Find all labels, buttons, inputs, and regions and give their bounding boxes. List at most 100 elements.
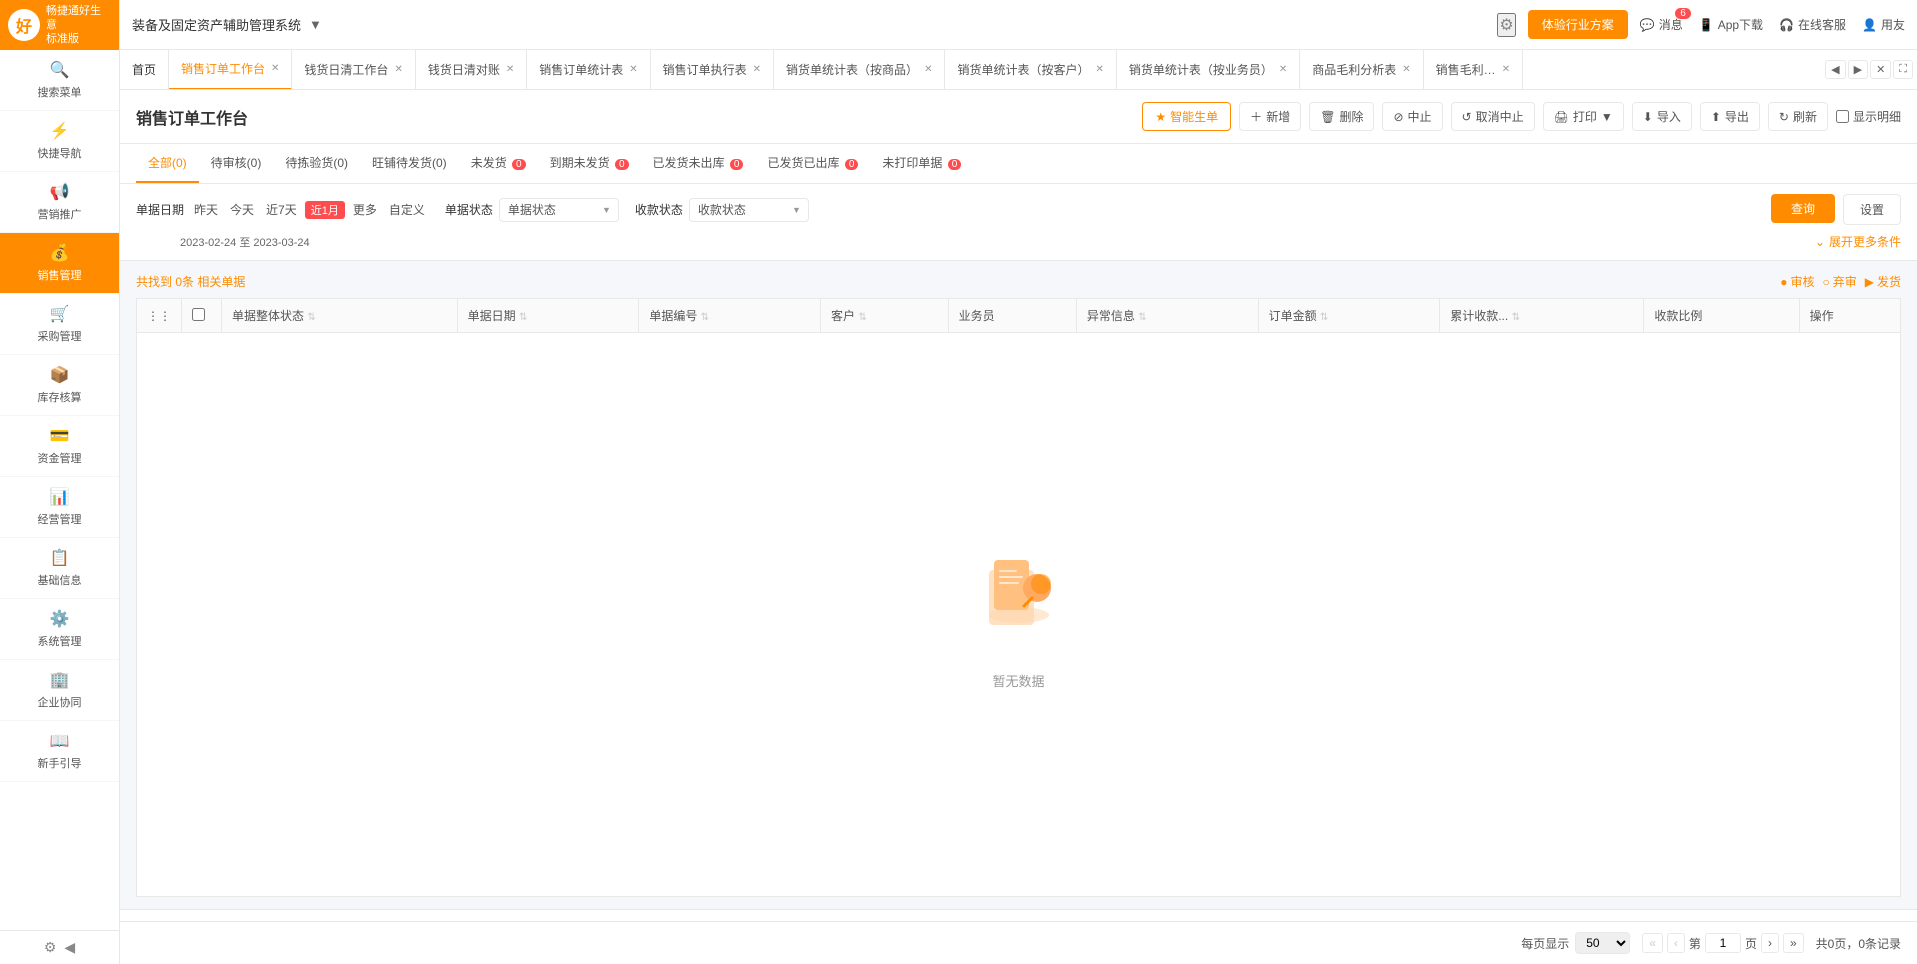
- date-opt-today[interactable]: 今天: [226, 199, 258, 220]
- tab-ship-customer[interactable]: 销货单统计表（按客户） ✕: [945, 50, 1116, 90]
- page-last-btn[interactable]: »: [1783, 933, 1804, 953]
- stop-btn[interactable]: ⊘ 中止: [1382, 102, 1442, 131]
- subtab-unshipped[interactable]: 未发货 0: [459, 144, 538, 183]
- tab-fullscreen-btn[interactable]: ⛶: [1893, 60, 1913, 79]
- system-dropdown-btn[interactable]: ▼: [309, 17, 322, 32]
- page-prev-btn[interactable]: ‹: [1667, 933, 1685, 953]
- sort-date-icon[interactable]: ⇅: [519, 312, 527, 323]
- building-icon: 🏢: [50, 670, 70, 690]
- sort-customer-icon[interactable]: ⇅: [858, 312, 866, 323]
- subtab-wangpu-ship[interactable]: 旺铺待发货(0): [360, 144, 459, 183]
- tab-sales-order-workbench[interactable]: 销售订单工作台 ✕: [169, 50, 292, 90]
- subtab-unprinted[interactable]: 未打印单据 0: [870, 144, 973, 183]
- message-btn[interactable]: 💬 消息 6: [1640, 16, 1683, 33]
- page-input[interactable]: [1705, 933, 1741, 953]
- solution-btn[interactable]: 体验行业方案: [1528, 10, 1628, 39]
- subtab-shipped-no-outstock[interactable]: 已发货未出库 0: [641, 144, 756, 183]
- tab-sales-stats[interactable]: 销售订单统计表 ✕: [527, 50, 650, 90]
- delete-btn[interactable]: 🗑 删除: [1309, 102, 1374, 131]
- tab-close-8[interactable]: ✕: [1279, 64, 1287, 75]
- sidebar-item-search[interactable]: 🔍 搜索菜单: [0, 50, 119, 111]
- tab-close-5[interactable]: ✕: [753, 64, 761, 75]
- subtab-pending-inspect[interactable]: 待拣验货(0): [273, 144, 360, 183]
- tab-close-6[interactable]: ✕: [924, 64, 932, 75]
- tab-close-4[interactable]: ✕: [629, 64, 637, 75]
- sort-exception-icon[interactable]: ⇅: [1138, 312, 1146, 323]
- sidebar-item-guide[interactable]: 📖 新手引导: [0, 721, 119, 782]
- tab-close-10[interactable]: ✕: [1502, 64, 1510, 75]
- per-page-select[interactable]: 50 20 100: [1575, 932, 1630, 954]
- sidebar-item-purchase[interactable]: 🛒 采购管理: [0, 294, 119, 355]
- set-btn[interactable]: 设置: [1843, 194, 1901, 225]
- print-btn[interactable]: 🖨 打印 ▼: [1543, 102, 1624, 131]
- expand-filter-btn[interactable]: ⌄ 展开更多条件: [1815, 233, 1901, 250]
- subtab-pending-review-label: 待审核(0): [211, 156, 262, 170]
- sidebar-item-enterprise[interactable]: 🏢 企业协同: [0, 660, 119, 721]
- sidebar-item-inventory[interactable]: 📦 库存核算: [0, 355, 119, 416]
- query-btn[interactable]: 查询: [1771, 194, 1835, 223]
- sidebar-item-basic[interactable]: 📋 基础信息: [0, 538, 119, 599]
- tab-scroll-right-btn[interactable]: ▶: [1848, 60, 1868, 79]
- date-opt-more[interactable]: 更多: [349, 199, 381, 220]
- status-select[interactable]: 单据状态: [499, 198, 619, 222]
- tab-sales-exec[interactable]: 销售订单执行表 ✕: [651, 50, 774, 90]
- app-download-btn[interactable]: 📱 App下载: [1699, 16, 1763, 33]
- date-opt-yesterday[interactable]: 昨天: [190, 199, 222, 220]
- empty-icon: [969, 540, 1069, 659]
- select-all-checkbox[interactable]: [192, 308, 205, 321]
- page-next-btn[interactable]: ›: [1761, 933, 1779, 953]
- sidebar-item-system[interactable]: ⚙️ 系统管理: [0, 599, 119, 660]
- export-btn[interactable]: ⬆ 导出: [1700, 102, 1760, 131]
- audit-btn[interactable]: ● 审核: [1780, 273, 1814, 290]
- tab-close-1[interactable]: ✕: [271, 63, 279, 74]
- tab-scroll-left-btn[interactable]: ◀: [1825, 60, 1845, 79]
- import-btn[interactable]: ⬇ 导入: [1632, 102, 1692, 131]
- sidebar-collapse-btn[interactable]: ◀: [64, 939, 75, 956]
- sidebar-item-marketing[interactable]: 📢 营销推广: [0, 172, 119, 233]
- sort-number-icon[interactable]: ⇅: [701, 312, 709, 323]
- cancel-audit-btn[interactable]: ○ 弃审: [1822, 273, 1856, 290]
- sidebar-item-nav[interactable]: ⚡ 快捷导航: [0, 111, 119, 172]
- user-btn[interactable]: 👤 用友: [1862, 16, 1905, 33]
- tab-cash-daily-workbench[interactable]: 钱货日清工作台 ✕: [292, 50, 415, 90]
- sidebar-item-sales[interactable]: 💰 销售管理: [0, 233, 119, 294]
- subtab-pending-review[interactable]: 待审核(0): [199, 144, 274, 183]
- tab-close-9[interactable]: ✕: [1402, 64, 1410, 75]
- online-service-btn[interactable]: 🎧 在线客服: [1779, 16, 1846, 33]
- tab-close-all-btn[interactable]: ✕: [1870, 60, 1891, 79]
- subtab-shipped-outstock[interactable]: 已发货已出库 0: [755, 144, 870, 183]
- payment-select[interactable]: 收款状态: [689, 198, 809, 222]
- sort-collected-icon[interactable]: ⇅: [1512, 312, 1520, 323]
- tab-close-2[interactable]: ✕: [394, 64, 402, 75]
- sort-status-icon[interactable]: ⇅: [307, 312, 315, 323]
- tab-ship-product[interactable]: 销货单统计表（按商品） ✕: [774, 50, 945, 90]
- tab-sales-gross[interactable]: 销售毛利… ✕: [1424, 50, 1523, 90]
- topbar-gear-btn[interactable]: ⚙: [1497, 13, 1515, 37]
- refresh-btn[interactable]: ↻ 刷新: [1768, 102, 1828, 131]
- tab-ship-salesman[interactable]: 销货单统计表（按业务员） ✕: [1117, 50, 1300, 90]
- page-first-btn[interactable]: «: [1642, 933, 1663, 953]
- display-detail-input[interactable]: [1836, 110, 1849, 123]
- tab-gross-profit[interactable]: 商品毛利分析表 ✕: [1300, 50, 1423, 90]
- display-detail-checkbox[interactable]: 显示明细: [1836, 108, 1901, 125]
- sidebar-item-operations[interactable]: 📊 经营管理: [0, 477, 119, 538]
- sidebar-settings-btn[interactable]: ⚙: [44, 939, 57, 956]
- tab-cash-reconcile[interactable]: 钱货日清对账 ✕: [416, 50, 527, 90]
- add-btn[interactable]: ＋ 新增: [1239, 102, 1301, 131]
- horizontal-scrollbar[interactable]: [120, 909, 1917, 921]
- tab-home[interactable]: 首页: [120, 50, 169, 90]
- subtab-overdue-unshipped[interactable]: 到期未发货 0: [538, 144, 641, 183]
- tab-close-3[interactable]: ✕: [506, 64, 514, 75]
- ship-btn[interactable]: ▶ 发货: [1865, 273, 1901, 290]
- date-opt-custom[interactable]: 自定义: [385, 199, 429, 220]
- subtab-all[interactable]: 全部(0): [136, 144, 199, 183]
- sort-amount-icon[interactable]: ⇅: [1320, 312, 1328, 323]
- date-opt-1month[interactable]: 近1月: [305, 201, 345, 219]
- cancel-stop-btn[interactable]: ↺ 取消中止: [1451, 102, 1535, 131]
- tab-close-7[interactable]: ✕: [1095, 64, 1103, 75]
- payment-filter-label: 收款状态: [635, 201, 683, 218]
- sidebar-item-finance[interactable]: 💳 资金管理: [0, 416, 119, 477]
- th-checkbox[interactable]: [182, 299, 222, 333]
- smart-generate-btn[interactable]: ★ 智能生单: [1142, 102, 1231, 131]
- date-opt-7days[interactable]: 近7天: [262, 199, 301, 220]
